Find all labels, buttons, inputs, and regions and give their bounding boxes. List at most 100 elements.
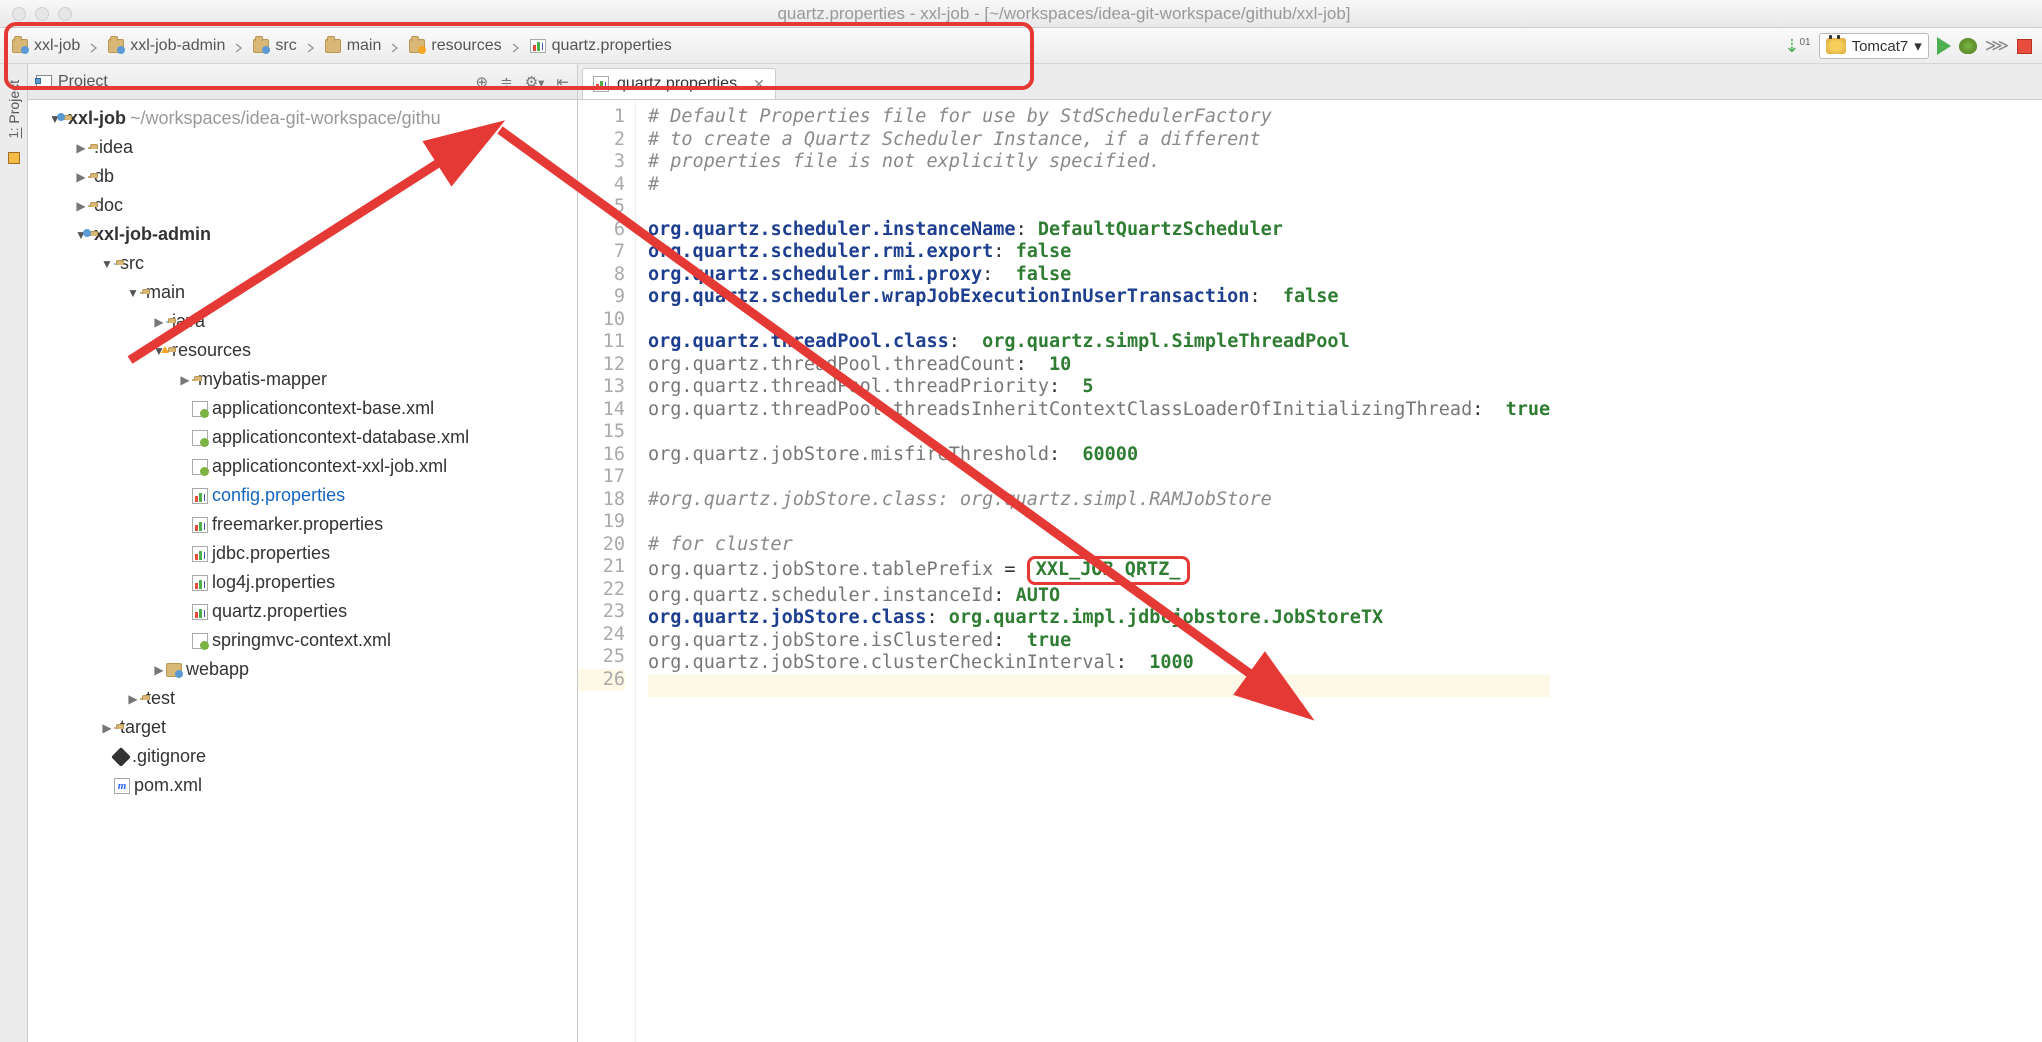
project-tool-tab[interactable]: 1: Project [6, 74, 22, 144]
tree-node-xxl-job-admin[interactable]: ▼xxl-job-admin [28, 220, 577, 249]
code-line[interactable]: org.quartz.scheduler.wrapJobExecutionInU… [648, 286, 1550, 309]
tree-node-quartz.properties[interactable]: quartz.properties [28, 597, 577, 626]
code-line[interactable]: org.quartz.threadPool.threadCount: 10 [648, 354, 1550, 377]
expand-arrow[interactable]: ▼ [126, 286, 140, 300]
run-button[interactable] [1937, 37, 1951, 55]
max-dot[interactable] [58, 7, 72, 21]
code-editor[interactable]: 1234567891011121314151617181920212223242… [578, 100, 2042, 1042]
collapse-tree-icon[interactable]: ⊕ [476, 73, 489, 91]
gear-icon[interactable]: ⚙▾ [525, 73, 545, 91]
tree-node-mybatis-mapper[interactable]: ▶mybatis-mapper [28, 365, 577, 394]
code-line[interactable]: # Default Properties file for use by Std… [648, 106, 1550, 129]
close-dot[interactable] [12, 7, 26, 21]
breadcrumb-xxl-job[interactable]: xxl-job [6, 33, 86, 59]
close-icon[interactable]: ✕ [753, 76, 765, 93]
code-line[interactable]: org.quartz.jobStore.clusterCheckinInterv… [648, 652, 1550, 675]
expand-arrow[interactable]: ▶ [74, 170, 88, 184]
code-line[interactable]: org.quartz.threadPool.threadsInheritCont… [648, 399, 1550, 422]
tree-node-config.properties[interactable]: config.properties [28, 481, 577, 510]
expand-arrow[interactable]: ▶ [126, 692, 140, 706]
tree-node-.gitignore[interactable]: .gitignore [28, 742, 577, 771]
breadcrumb-quartz.properties[interactable]: quartz.properties [524, 33, 678, 59]
min-dot[interactable] [35, 7, 49, 21]
expand-arrow[interactable]: ▶ [152, 315, 166, 329]
stop-button[interactable] [2017, 39, 2032, 54]
tree-node-springmvc-context.xml[interactable]: springmvc-context.xml [28, 626, 577, 655]
line-number: 7 [578, 241, 625, 264]
run-config-dropdown[interactable]: Tomcat7 ▾ [1819, 33, 1929, 59]
line-number: 25 [578, 646, 625, 669]
code-line[interactable]: org.quartz.threadPool.threadPriority: 5 [648, 376, 1550, 399]
folder-icon [325, 39, 341, 53]
chevron-right-icon [390, 41, 400, 51]
code-line[interactable]: org.quartz.scheduler.instanceName: Defau… [648, 219, 1550, 242]
hide-icon[interactable]: ⇤ [556, 73, 569, 91]
debug-button[interactable] [1959, 38, 1977, 54]
code-line[interactable] [648, 675, 1550, 698]
breadcrumb-main[interactable]: main [319, 33, 388, 59]
xml-file-icon [192, 401, 208, 417]
code-line[interactable]: org.quartz.jobStore.isClustered: true [648, 630, 1550, 653]
folder-icon [192, 379, 194, 381]
code-line[interactable]: #org.quartz.jobStore.class: org.quartz.s… [648, 489, 1550, 512]
tree-node-applicationcontext-xxl-job.xml[interactable]: applicationcontext-xxl-job.xml [28, 452, 577, 481]
expand-arrow[interactable]: ▶ [178, 373, 192, 387]
tree-node-doc[interactable]: ▶doc [28, 191, 577, 220]
tree-node-jdbc.properties[interactable]: jdbc.properties [28, 539, 577, 568]
breadcrumb-xxl-job-admin[interactable]: xxl-job-admin [102, 33, 231, 59]
code-line[interactable] [648, 196, 1550, 219]
tree-node-resources[interactable]: ▼resources [28, 336, 577, 365]
code-line[interactable]: # for cluster [648, 534, 1550, 557]
structure-tool-icon[interactable] [8, 152, 20, 164]
code-line[interactable]: org.quartz.threadPool.class: org.quartz.… [648, 331, 1550, 354]
tree-node-src[interactable]: ▼src [28, 249, 577, 278]
coverage-icon[interactable]: ⋙ [1985, 36, 2009, 56]
code-line[interactable]: # properties file is not explicitly spec… [648, 151, 1550, 174]
tree-node-target[interactable]: ▶target [28, 713, 577, 742]
tree-node-java[interactable]: ▶java [28, 307, 577, 336]
code-line[interactable]: org.quartz.jobStore.class: org.quartz.im… [648, 607, 1550, 630]
code-line[interactable]: # to create a Quartz Scheduler Instance,… [648, 129, 1550, 152]
code-line[interactable]: org.quartz.scheduler.instanceId: AUTO [648, 585, 1550, 608]
tree-node-webapp[interactable]: ▶webapp [28, 655, 577, 684]
tree-node-applicationcontext-database.xml[interactable]: applicationcontext-database.xml [28, 423, 577, 452]
tree-node-xxl-job[interactable]: ▼xxl-job~/workspaces/idea-git-workspace/… [28, 104, 577, 133]
folder-icon [140, 698, 142, 700]
tree-node-.idea[interactable]: ▶.idea [28, 133, 577, 162]
tree-node-main[interactable]: ▼main [28, 278, 577, 307]
code-line[interactable]: org.quartz.scheduler.rmi.export: false [648, 241, 1550, 264]
expand-arrow[interactable]: ▶ [152, 663, 166, 677]
expand-arrow[interactable]: ▶ [74, 199, 88, 213]
window-controls[interactable] [12, 7, 72, 21]
tree-node-db[interactable]: ▶db [28, 162, 577, 191]
code-line[interactable] [648, 309, 1550, 332]
tree-node-pom.xml[interactable]: mpom.xml [28, 771, 577, 800]
tree-node-applicationcontext-base.xml[interactable]: applicationcontext-base.xml [28, 394, 577, 423]
line-number: 6 [578, 219, 625, 242]
project-tree[interactable]: ▼xxl-job~/workspaces/idea-git-workspace/… [28, 100, 577, 810]
source-folder-icon [166, 321, 168, 323]
tomcat-icon [1826, 38, 1846, 54]
code-line[interactable]: # [648, 174, 1550, 197]
breadcrumb-src[interactable]: src [247, 33, 302, 59]
tree-node-test[interactable]: ▶test [28, 684, 577, 713]
code-line[interactable] [648, 421, 1550, 444]
line-number: 12 [578, 354, 625, 377]
code-line[interactable]: org.quartz.jobStore.tablePrefix = XXL_JO… [648, 556, 1550, 585]
code-line[interactable]: org.quartz.jobStore.misfireThreshold: 60… [648, 444, 1550, 467]
breadcrumb-resources[interactable]: resources [403, 33, 507, 59]
tree-node-log4j.properties[interactable]: log4j.properties [28, 568, 577, 597]
folder-icon [88, 176, 90, 178]
code-line[interactable] [648, 466, 1550, 489]
code-line[interactable]: org.quartz.scheduler.rmi.proxy: false [648, 264, 1550, 287]
scroll-icon[interactable]: ≑ [500, 73, 513, 91]
expand-arrow[interactable]: ▶ [74, 141, 88, 155]
properties-file-icon [192, 546, 208, 562]
download-icon[interactable]: ⇣01 [1784, 36, 1810, 57]
code-line[interactable] [648, 511, 1550, 534]
line-number: 18 [578, 489, 625, 512]
tree-node-freemarker.properties[interactable]: freemarker.properties [28, 510, 577, 539]
tab-quartz-properties[interactable]: quartz.properties ✕ [582, 68, 776, 99]
expand-arrow[interactable]: ▼ [100, 257, 114, 271]
expand-arrow[interactable]: ▶ [100, 721, 114, 735]
